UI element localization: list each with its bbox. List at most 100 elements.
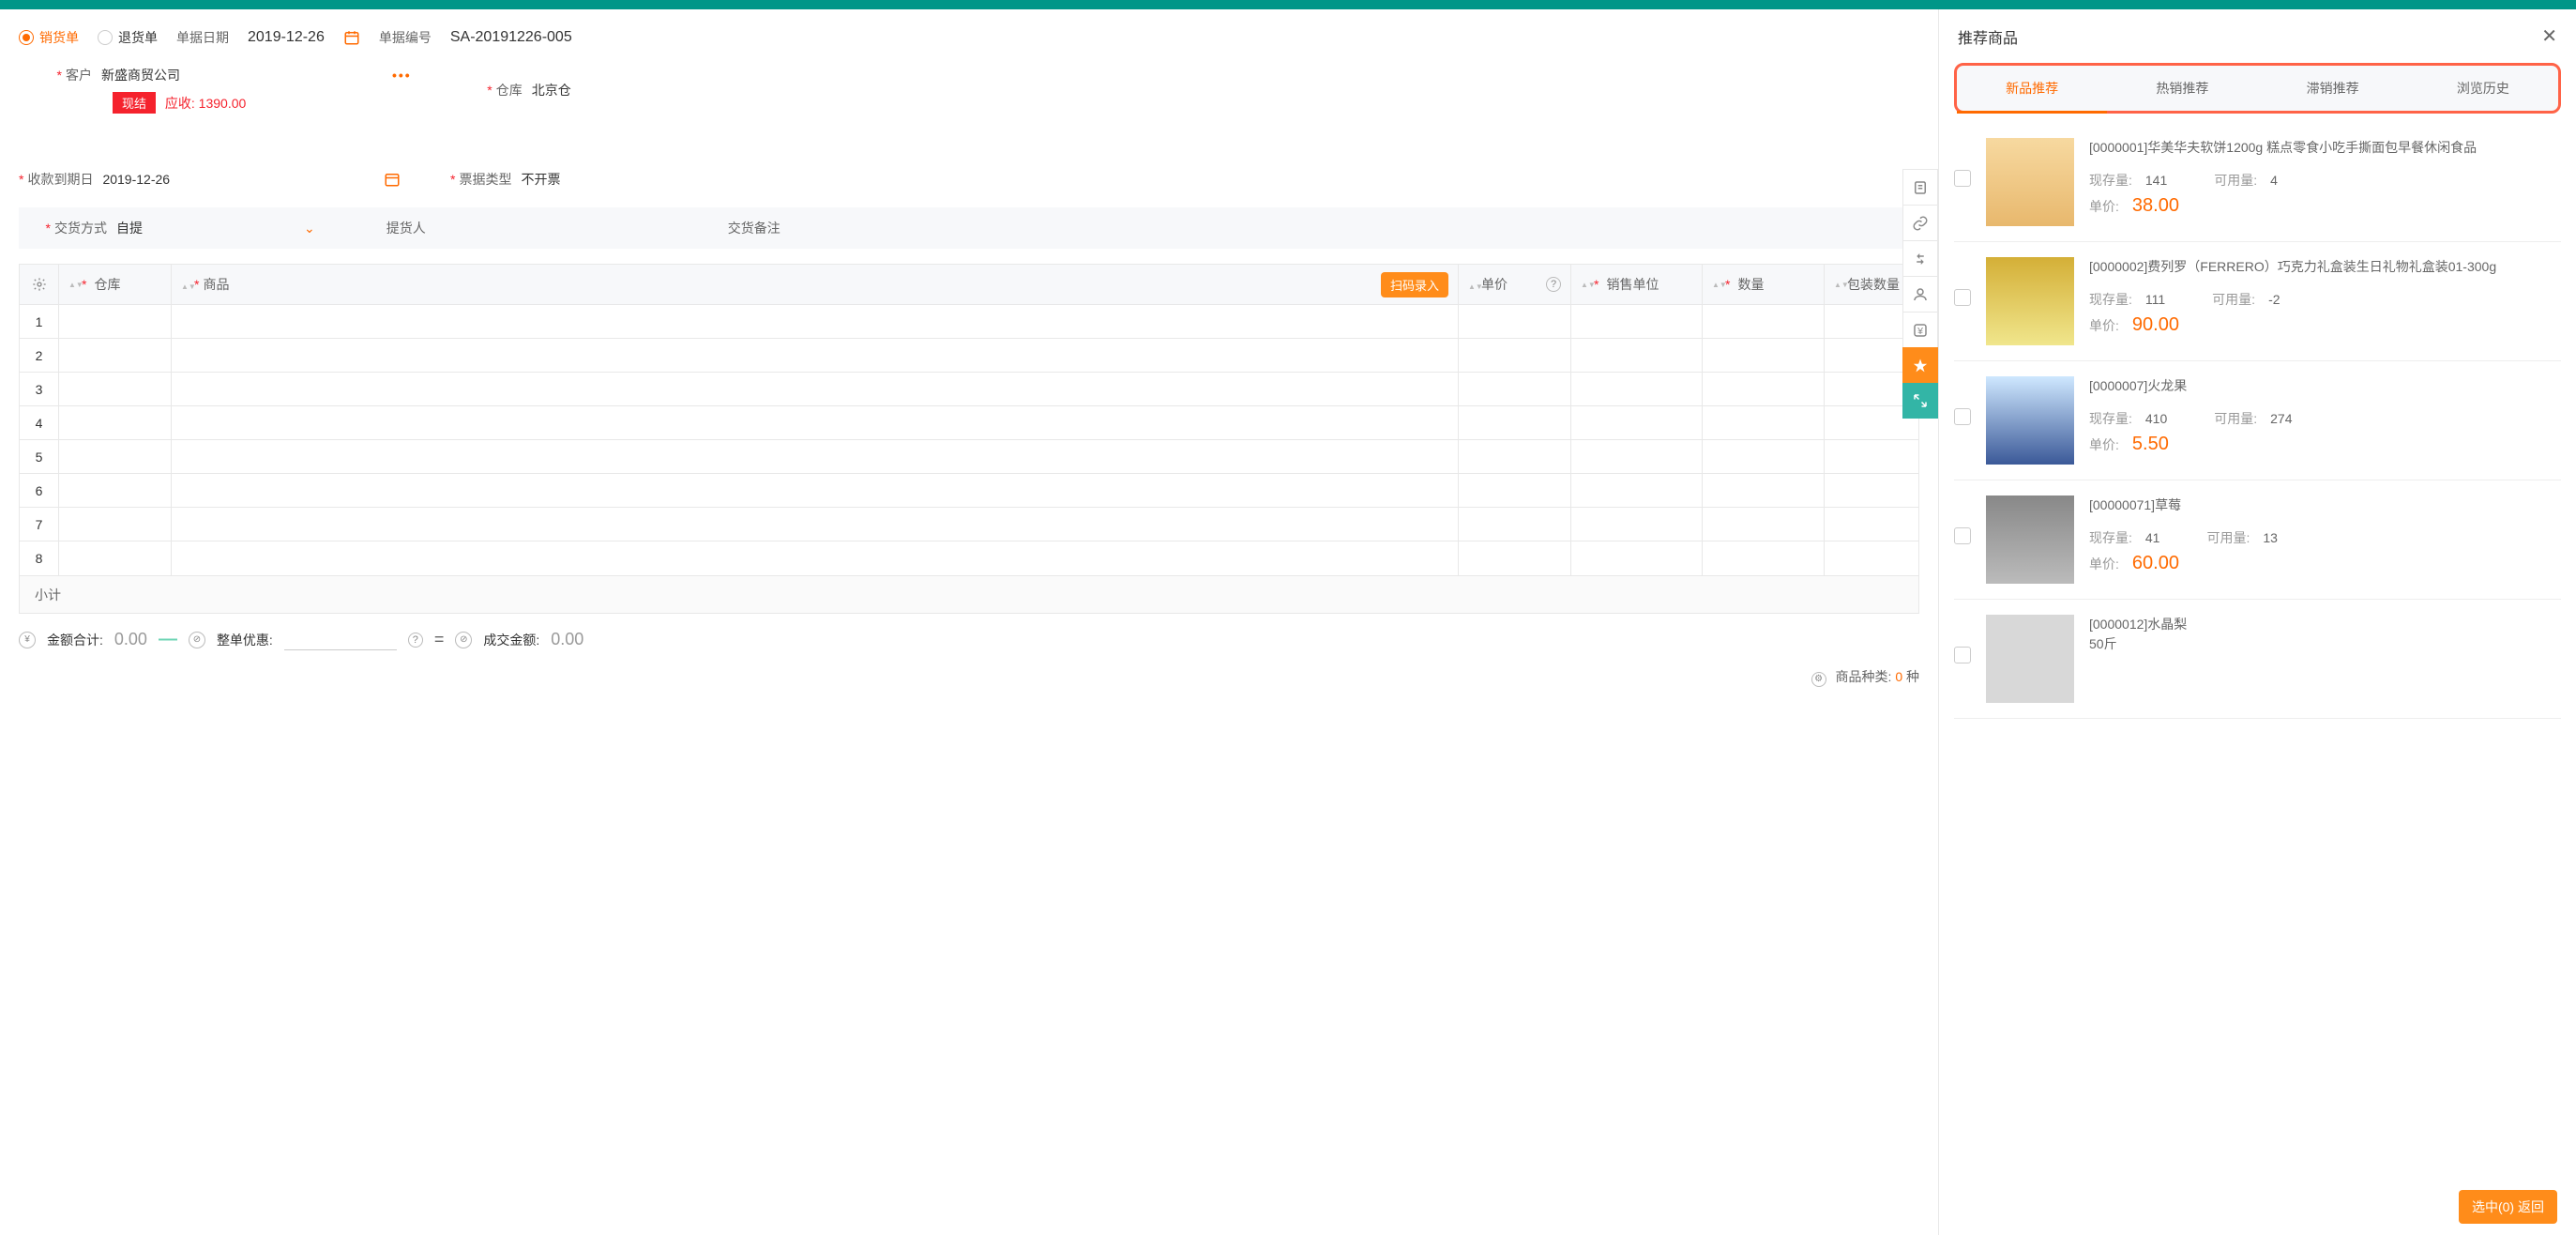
- customer-picker-icon[interactable]: •••: [392, 68, 412, 83]
- subtotal-row: 小计: [20, 575, 1918, 613]
- radio-icon: [98, 30, 113, 45]
- row-number: 3: [20, 373, 59, 405]
- footer-action-button[interactable]: 选中(0) 返回: [2459, 1190, 2557, 1224]
- product-item[interactable]: [0000002]费列罗（FERRERO）巧克力礼盒装生日礼物礼盒装01-300…: [1954, 242, 2561, 361]
- product-image: [1986, 496, 2074, 584]
- table-row[interactable]: 1: [20, 305, 1918, 339]
- delivery-method-value[interactable]: 自提: [116, 219, 295, 237]
- doc-date-label: 单据日期: [176, 28, 229, 47]
- tab-1[interactable]: 热销推荐: [2107, 66, 2257, 111]
- tab-0[interactable]: 新品推荐: [1957, 66, 2107, 111]
- product-title: [0000001]华美华夫软饼1200g 糕点零食小吃手撕面包早餐休闲食品: [2089, 138, 2561, 158]
- product-checkbox[interactable]: [1954, 289, 1971, 306]
- product-image: [1986, 376, 2074, 465]
- table-row[interactable]: 6: [20, 474, 1918, 508]
- product-title: [0000002]费列罗（FERRERO）巧克力礼盒装生日礼物礼盒装01-300…: [2089, 257, 2561, 277]
- product-item[interactable]: [0000012]水晶梨50斤: [1954, 600, 2561, 719]
- customer-value[interactable]: 新盛商贸公司: [101, 66, 383, 84]
- product-image: [1986, 615, 2074, 703]
- help-icon[interactable]: ?: [408, 633, 423, 648]
- discount-icon: ⊘: [189, 632, 205, 648]
- product-item[interactable]: [0000001]华美华夫软饼1200g 糕点零食小吃手撕面包早餐休闲食品现存量…: [1954, 123, 2561, 242]
- deal-amount-label: 成交金额:: [483, 631, 539, 649]
- product-checkbox[interactable]: [1954, 527, 1971, 544]
- picker-label: 提货人: [353, 219, 426, 237]
- row-number: 2: [20, 339, 59, 372]
- settle-badge: 现结: [113, 92, 156, 114]
- radio-sale-label: 销货单: [39, 28, 79, 47]
- invoice-value[interactable]: 不开票: [521, 170, 661, 189]
- col-product[interactable]: ▲▼*商品扫码录入: [172, 265, 1459, 304]
- doc-no-value: SA-20191226-005: [450, 29, 572, 46]
- tool-note-icon[interactable]: [1902, 169, 1938, 205]
- radio-return[interactable]: 退货单: [98, 28, 158, 47]
- doc-date-value[interactable]: 2019-12-26: [248, 29, 325, 46]
- row-number: 1: [20, 305, 59, 338]
- yen-icon: ¥: [19, 632, 36, 648]
- table-row[interactable]: 8: [20, 541, 1918, 575]
- col-price[interactable]: ▲▼单价?: [1459, 265, 1571, 304]
- calendar-icon[interactable]: [343, 29, 360, 46]
- doc-no-label: 单据编号: [379, 28, 432, 47]
- warehouse-label: 仓库: [496, 83, 523, 98]
- tab-3[interactable]: 浏览历史: [2408, 66, 2558, 111]
- calendar-icon[interactable]: [384, 171, 401, 188]
- tool-link-icon[interactable]: [1902, 205, 1938, 240]
- kinds-label: 商品种类:: [1836, 669, 1892, 684]
- tool-swap-icon[interactable]: [1902, 240, 1938, 276]
- tab-2[interactable]: 滞销推荐: [2258, 66, 2408, 111]
- col-warehouse[interactable]: ▲▼*仓库: [59, 265, 172, 304]
- table-row[interactable]: 5: [20, 440, 1918, 474]
- product-checkbox[interactable]: [1954, 647, 1971, 663]
- right-panel-title: 推荐商品: [1958, 25, 2018, 48]
- tool-currency-icon[interactable]: ¥: [1902, 312, 1938, 347]
- receivable-text: 应收: 1390.00: [165, 96, 246, 111]
- doc-type-radio-group: 销货单 退货单: [19, 28, 158, 47]
- close-icon[interactable]: ✕: [2541, 24, 2557, 48]
- equals-icon: =: [434, 630, 445, 649]
- table-row[interactable]: 7: [20, 508, 1918, 541]
- tool-expand-icon[interactable]: [1902, 383, 1938, 419]
- due-date-label: 收款到期日: [27, 172, 93, 187]
- product-title: [0000007]火龙果: [2089, 376, 2561, 396]
- radio-icon: [19, 30, 34, 45]
- col-unit[interactable]: ▲▼*销售单位: [1571, 265, 1703, 304]
- row-number: 7: [20, 508, 59, 541]
- delivery-remark-label: 交货备注: [707, 219, 780, 237]
- due-date-value[interactable]: 2019-12-26: [102, 172, 374, 187]
- help-icon[interactable]: ?: [1546, 277, 1561, 292]
- svg-text:¥: ¥: [1917, 325, 1923, 336]
- tool-user-icon[interactable]: [1902, 276, 1938, 312]
- product-item[interactable]: [0000007]火龙果现存量:410可用量:274单价:5.50: [1954, 361, 2561, 480]
- product-table: ▲▼*仓库 ▲▼*商品扫码录入 ▲▼单价? ▲▼*销售单位 ▲▼*数量 ▲▼包装…: [19, 264, 1919, 614]
- warehouse-value[interactable]: 北京仓: [532, 81, 673, 99]
- kinds-value: 0: [1895, 669, 1902, 684]
- row-number: 4: [20, 406, 59, 439]
- product-image: [1986, 257, 2074, 345]
- radio-sale[interactable]: 销货单: [19, 28, 79, 47]
- chevron-down-icon[interactable]: ⌄: [304, 221, 315, 236]
- col-qty[interactable]: ▲▼*数量: [1703, 265, 1825, 304]
- row-number: 8: [20, 541, 59, 575]
- product-checkbox[interactable]: [1954, 170, 1971, 187]
- scan-button[interactable]: 扫码录入: [1381, 272, 1448, 297]
- row-number: 5: [20, 440, 59, 473]
- table-row[interactable]: 4: [20, 406, 1918, 440]
- product-checkbox[interactable]: [1954, 408, 1971, 425]
- product-item[interactable]: [00000071]草莓现存量:41可用量:13单价:60.00: [1954, 480, 2561, 600]
- radio-return-label: 退货单: [118, 28, 158, 47]
- table-row[interactable]: 3: [20, 373, 1918, 406]
- minus-icon: —: [159, 629, 177, 650]
- discount-label: 整单优惠:: [217, 631, 273, 649]
- discount-input[interactable]: [284, 630, 397, 650]
- amount-total-label: 金额合计:: [47, 631, 103, 649]
- table-settings-icon[interactable]: [20, 265, 59, 304]
- tool-star-icon[interactable]: [1902, 347, 1938, 383]
- gear-icon[interactable]: ⚙: [1811, 672, 1826, 687]
- delivery-method-label: 交货方式: [54, 221, 107, 236]
- product-image: [1986, 138, 2074, 226]
- table-row[interactable]: 2: [20, 339, 1918, 373]
- kinds-suffix: 种: [1906, 669, 1919, 684]
- customer-label: 客户: [66, 68, 92, 83]
- recommend-tabs: 新品推荐热销推荐滞销推荐浏览历史: [1954, 63, 2561, 114]
